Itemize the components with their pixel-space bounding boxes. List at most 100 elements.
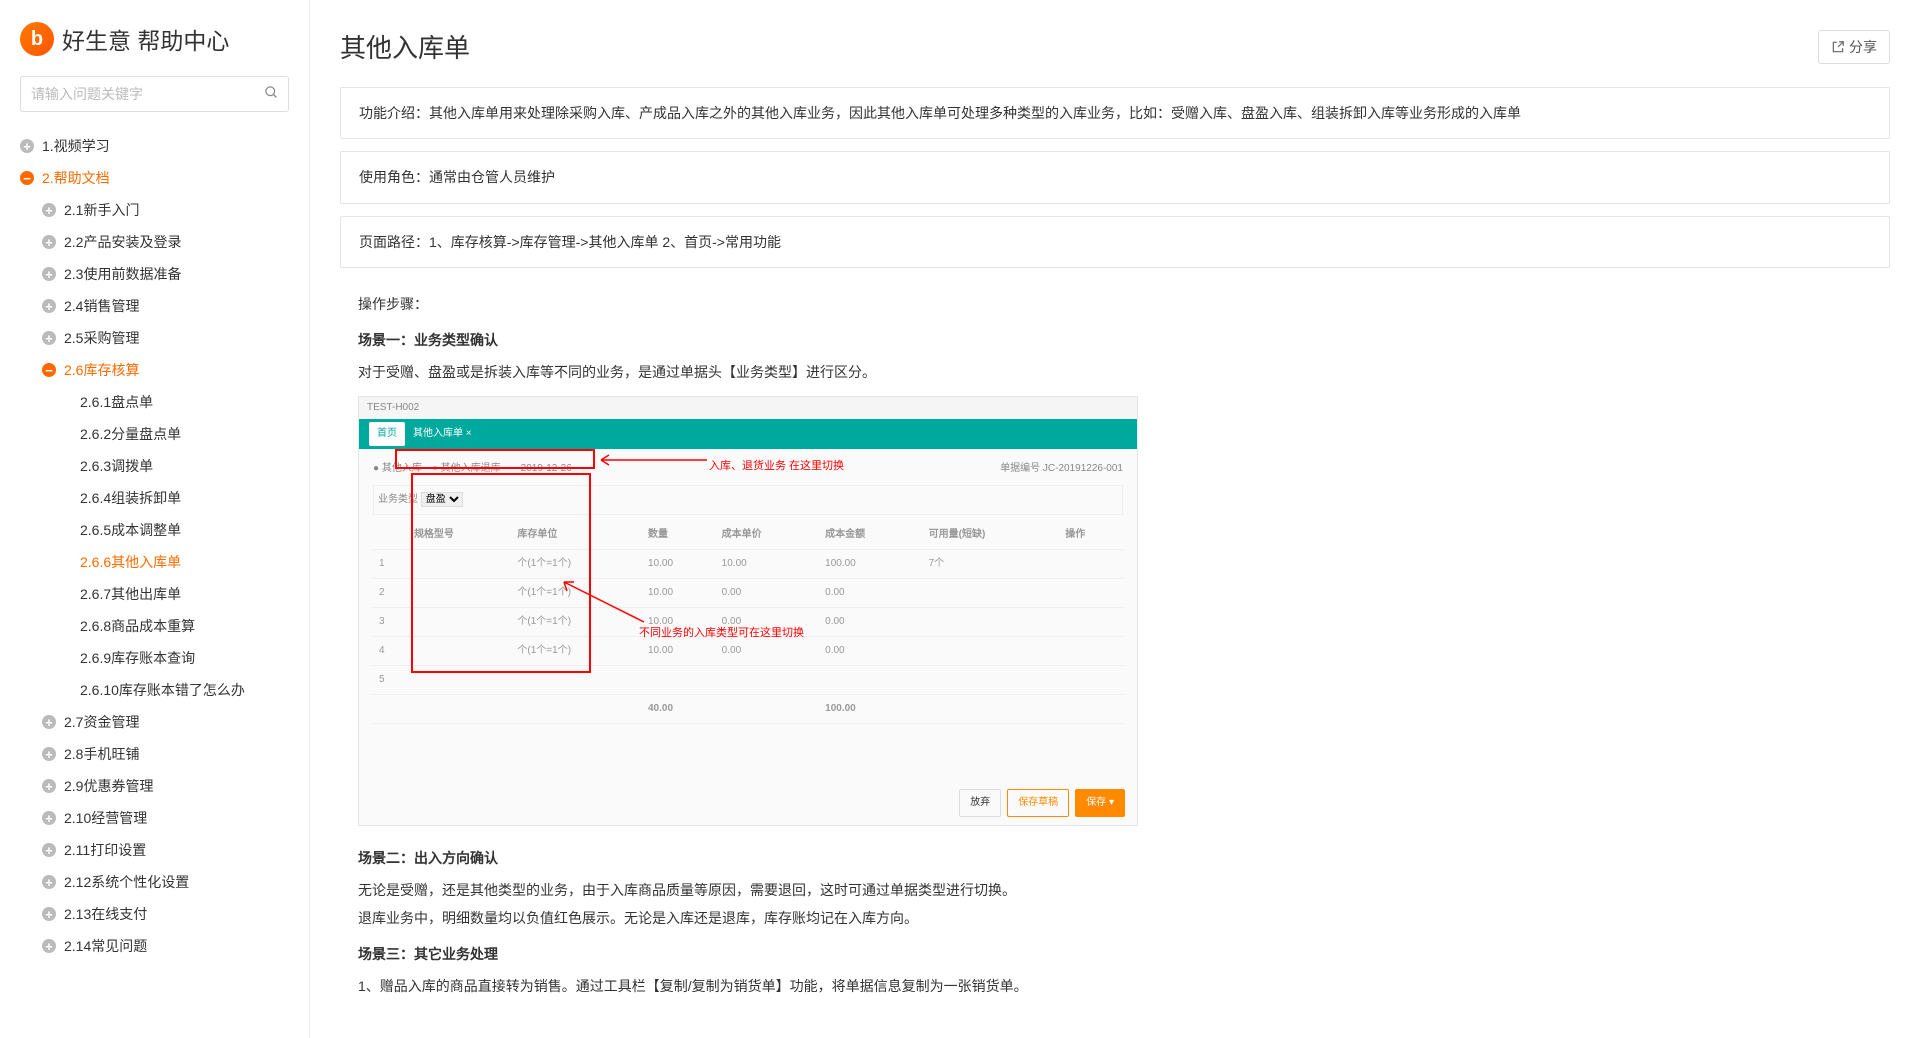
plus-icon: + [42, 203, 56, 217]
minus-icon: − [20, 171, 34, 185]
nav-item-2-9[interactable]: +2.9优惠券管理 [20, 770, 289, 802]
plus-icon: + [20, 139, 34, 153]
page-title: 其他入库单 [340, 28, 470, 65]
nav-item-2-6-7[interactable]: 2.6.7其他出库单 [20, 578, 289, 610]
nav-label: 2.6.8商品成本重算 [80, 616, 195, 636]
sidebar-nav: +1.视频学习 −2.帮助文档 +2.1新手入门 +2.2产品安装及登录 +2.… [20, 130, 289, 962]
info-text: 1、库存核算->库存管理->其他入库单 2、首页->常用功能 [429, 234, 781, 250]
plus-icon: + [42, 715, 56, 729]
plus-icon: + [42, 843, 56, 857]
article-body: 操作步骤： 场景一：业务类型确认 对于受赠、盘盈或是拆装入库等不同的业务，是通过… [340, 280, 1890, 1010]
nav-item-helpdoc[interactable]: −2.帮助文档 [20, 162, 289, 194]
nav-item-2-7[interactable]: +2.7资金管理 [20, 706, 289, 738]
share-label: 分享 [1849, 37, 1877, 57]
share-button[interactable]: 分享 [1818, 30, 1890, 64]
nav-item-2-13[interactable]: +2.13在线支付 [20, 898, 289, 930]
info-label: 使用角色： [359, 169, 429, 185]
nav-label: 2.10经营管理 [64, 808, 147, 828]
nav-label: 2.6.10库存账本错了怎么办 [80, 680, 245, 700]
scene2-title: 场景二：出入方向确认 [358, 844, 1872, 872]
nav-label: 2.6.6其他入库单 [80, 552, 181, 572]
scene2-p2: 退库业务中，明细数量均以负值红色展示。无论是入库还是退库，库存账均记在入库方向。 [358, 904, 1872, 932]
nav-label: 2.6.9库存账本查询 [80, 648, 195, 668]
nav-label: 2.8手机旺铺 [64, 744, 139, 764]
search-icon[interactable] [264, 85, 279, 104]
nav-label: 2.3使用前数据准备 [64, 264, 181, 284]
info-text: 通常由仓管人员维护 [429, 169, 555, 185]
nav-item-2-6-1[interactable]: 2.6.1盘点单 [20, 386, 289, 418]
nav-label: 2.12系统个性化设置 [64, 872, 189, 892]
nav-item-2-11[interactable]: +2.11打印设置 [20, 834, 289, 866]
scene3-title: 场景三：其它业务处理 [358, 940, 1872, 968]
search-wrap [20, 76, 289, 112]
nav-item-2-4[interactable]: +2.4销售管理 [20, 290, 289, 322]
nav-item-2-6[interactable]: −2.6库存核算 [20, 354, 289, 386]
brand: b 好生意 帮助中心 [20, 22, 289, 56]
nav-item-2-10[interactable]: +2.10经营管理 [20, 802, 289, 834]
nav-item-2-6-10[interactable]: 2.6.10库存账本错了怎么办 [20, 674, 289, 706]
nav-item-2-6-5[interactable]: 2.6.5成本调整单 [20, 514, 289, 546]
nav-item-2-6-9[interactable]: 2.6.9库存账本查询 [20, 642, 289, 674]
share-icon [1831, 40, 1845, 54]
nav-label: 2.14常见问题 [64, 936, 147, 956]
nav-label: 2.5采购管理 [64, 328, 139, 348]
nav-label: 2.4销售管理 [64, 296, 139, 316]
nav-item-video[interactable]: +1.视频学习 [20, 130, 289, 162]
info-box-role: 使用角色：通常由仓管人员维护 [340, 151, 1890, 203]
nav-label: 2.2产品安装及登录 [64, 232, 181, 252]
nav-item-2-5[interactable]: +2.5采购管理 [20, 322, 289, 354]
scene1-title: 场景一：业务类型确认 [358, 326, 1872, 354]
info-label: 功能介绍： [359, 105, 429, 121]
nav-label: 2.6.1盘点单 [80, 392, 153, 412]
nav-label: 2.1新手入门 [64, 200, 139, 220]
plus-icon: + [42, 875, 56, 889]
nav-label: 2.帮助文档 [42, 168, 110, 188]
annotation-2: 不同业务的入库类型可在这里切换 [639, 622, 804, 644]
nav-item-2-6-6[interactable]: 2.6.6其他入库单 [20, 546, 289, 578]
minus-icon: − [42, 363, 56, 377]
nav-item-2-3[interactable]: +2.3使用前数据准备 [20, 258, 289, 290]
nav-label: 2.6.2分量盘点单 [80, 424, 181, 444]
nav-label: 1.视频学习 [42, 136, 110, 156]
main-header: 其他入库单 分享 [340, 28, 1890, 65]
nav-label: 2.7资金管理 [64, 712, 139, 732]
example-screenshot: TEST-H002 首页其他入库单 × ● 其他入库 ○ 其他入库退库 2019… [358, 396, 1138, 826]
nav-item-2-6-4[interactable]: 2.6.4组装拆卸单 [20, 482, 289, 514]
annotation-1: 入库、退货业务 在这里切换 [709, 455, 844, 477]
nav-item-2-2[interactable]: +2.2产品安装及登录 [20, 226, 289, 258]
plus-icon: + [42, 811, 56, 825]
info-box-intro: 功能介绍：其他入库单用来处理除采购入库、产成品入库之外的其他入库业务，因此其他入… [340, 87, 1890, 139]
nav-label: 2.6库存核算 [64, 360, 139, 380]
brand-title: 好生意 帮助中心 [62, 22, 229, 56]
info-text: 其他入库单用来处理除采购入库、产成品入库之外的其他入库业务，因此其他入库单可处理… [429, 105, 1521, 121]
nav-item-2-6-8[interactable]: 2.6.8商品成本重算 [20, 610, 289, 642]
nav-item-2-8[interactable]: +2.8手机旺铺 [20, 738, 289, 770]
nav-label: 2.9优惠券管理 [64, 776, 153, 796]
nav-item-2-1[interactable]: +2.1新手入门 [20, 194, 289, 226]
info-label: 页面路径： [359, 234, 429, 250]
plus-icon: + [42, 907, 56, 921]
nav-label: 2.6.5成本调整单 [80, 520, 181, 540]
plus-icon: + [42, 779, 56, 793]
nav-item-2-6-2[interactable]: 2.6.2分量盘点单 [20, 418, 289, 450]
scene3-p1: 1、赠品入库的商品直接转为销售。通过工具栏【复制/复制为销货单】功能，将单据信息… [358, 972, 1872, 1000]
main-content: 其他入库单 分享 功能介绍：其他入库单用来处理除采购入库、产成品入库之外的其他入… [310, 0, 1920, 1038]
scene2-p1: 无论是受赠，还是其他类型的业务，由于入库商品质量等原因，需要退回，这时可通过单据… [358, 876, 1872, 904]
nav-label: 2.6.4组装拆卸单 [80, 488, 181, 508]
nav-label: 2.13在线支付 [64, 904, 147, 924]
plus-icon: + [42, 939, 56, 953]
nav-label: 2.6.7其他出库单 [80, 584, 181, 604]
nav-item-2-12[interactable]: +2.12系统个性化设置 [20, 866, 289, 898]
steps-label: 操作步骤： [358, 290, 1872, 318]
plus-icon: + [42, 267, 56, 281]
sidebar: b 好生意 帮助中心 +1.视频学习 −2.帮助文档 +2.1新手入门 +2.2… [0, 0, 310, 1038]
nav-label: 2.11打印设置 [64, 840, 146, 860]
plus-icon: + [42, 235, 56, 249]
info-box-path: 页面路径：1、库存核算->库存管理->其他入库单 2、首页->常用功能 [340, 216, 1890, 268]
nav-item-2-14[interactable]: +2.14常见问题 [20, 930, 289, 962]
nav-item-2-6-3[interactable]: 2.6.3调拨单 [20, 450, 289, 482]
scene1-text: 对于受赠、盘盈或是拆装入库等不同的业务，是通过单据头【业务类型】进行区分。 [358, 358, 1872, 386]
search-input[interactable] [20, 76, 289, 112]
plus-icon: + [42, 747, 56, 761]
plus-icon: + [42, 331, 56, 345]
